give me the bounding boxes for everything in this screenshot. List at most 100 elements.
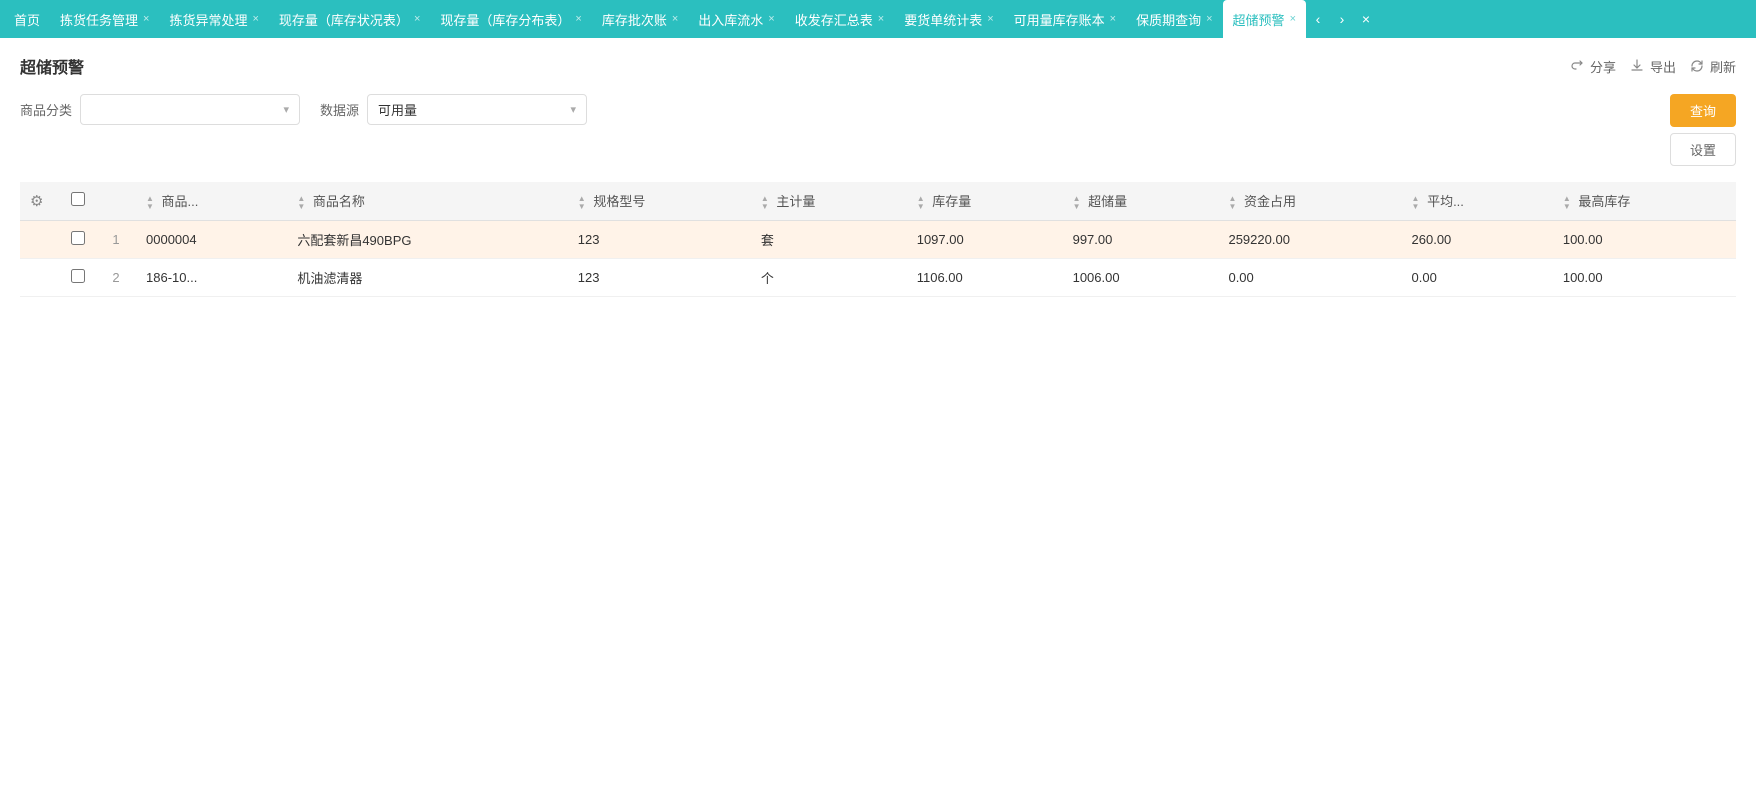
close-icon[interactable]: × — [252, 13, 258, 25]
row-overstock: 997.00 — [1063, 220, 1219, 258]
filter-area: 商品分类 ▾ 数据源 可用量 ▾ 查询 设置 — [20, 94, 1736, 166]
nav-item-order-stats[interactable]: 要货单统计表 × — [894, 0, 1003, 38]
close-icon[interactable]: × — [768, 13, 774, 25]
close-icon[interactable]: × — [987, 13, 993, 25]
row-number: 1 — [96, 220, 136, 258]
category-label: 商品分类 — [20, 100, 72, 119]
nav-item-expiry-check[interactable]: 保质期查询 × — [1126, 0, 1222, 38]
gear-icon[interactable]: ⚙ — [30, 192, 43, 210]
nav-item-available-ledger[interactable]: 可用量库存账本 × — [1004, 0, 1126, 38]
row-product-code: 186-10... — [136, 258, 287, 296]
col-checkbox — [60, 182, 96, 220]
data-table: ⚙ ▲▼ 商品... ▲▼ 商品名称 ▲▼ 规格型号 — [20, 182, 1736, 297]
table-row: 1 0000004 六配套新昌490BPG 123 套 1097.00 997.… — [20, 220, 1736, 258]
refresh-icon — [1690, 59, 1704, 73]
refresh-button[interactable]: 刷新 — [1690, 57, 1736, 76]
sort-icon: ▲▼ — [1073, 195, 1081, 211]
table-body: 1 0000004 六配套新昌490BPG 123 套 1097.00 997.… — [20, 220, 1736, 296]
close-icon[interactable]: × — [672, 13, 678, 25]
row-unit: 个 — [751, 258, 907, 296]
row-stock: 1106.00 — [907, 258, 1063, 296]
sort-icon: ▲▼ — [297, 195, 305, 211]
row-overstock: 1006.00 — [1063, 258, 1219, 296]
sort-icon: ▲▼ — [1228, 195, 1236, 211]
export-button[interactable]: 导出 — [1630, 57, 1676, 76]
datasource-filter: 数据源 可用量 ▾ — [320, 94, 587, 125]
row-checkbox-cell — [60, 258, 96, 296]
datasource-select[interactable]: 可用量 ▾ — [367, 94, 587, 125]
settings-button[interactable]: 设置 — [1670, 133, 1736, 166]
sort-icon: ▲▼ — [761, 195, 769, 211]
row-number: 2 — [96, 258, 136, 296]
row-max-stock: 100.00 — [1553, 258, 1736, 296]
nav-item-task-mgmt[interactable]: 拣货任务管理 × — [50, 0, 159, 38]
chevron-down-icon: ▾ — [571, 103, 577, 116]
row-product-code: 0000004 — [136, 220, 287, 258]
close-icon[interactable]: × — [143, 13, 149, 25]
sort-icon: ▲▼ — [917, 195, 925, 211]
row-product-name: 机油滤清器 — [287, 258, 567, 296]
row-checkbox[interactable] — [71, 269, 85, 283]
col-unit: ▲▼ 主计量 — [751, 182, 907, 220]
filter-row: 商品分类 ▾ 数据源 可用量 ▾ — [20, 94, 1670, 125]
sort-icon: ▲▼ — [1563, 195, 1571, 211]
row-stock: 1097.00 — [907, 220, 1063, 258]
row-checkbox[interactable] — [71, 231, 85, 245]
nav-close-arrow[interactable]: × — [1354, 0, 1378, 38]
query-button[interactable]: 查询 — [1670, 94, 1736, 127]
col-product-code: ▲▼ 商品... — [136, 182, 287, 220]
row-avg: 0.00 — [1402, 258, 1553, 296]
export-icon — [1630, 59, 1644, 73]
header-actions: 分享 导出 刷新 — [1570, 57, 1736, 76]
close-icon[interactable]: × — [1290, 13, 1296, 25]
table-header-row: ⚙ ▲▼ 商品... ▲▼ 商品名称 ▲▼ 规格型号 — [20, 182, 1736, 220]
share-icon — [1570, 59, 1584, 73]
row-checkbox-cell — [60, 220, 96, 258]
col-row-no — [96, 182, 136, 220]
sort-icon: ▲▼ — [578, 195, 586, 211]
filter-buttons: 查询 设置 — [1670, 94, 1736, 166]
nav-item-overstock-warning[interactable]: 超储预警 × — [1223, 0, 1306, 38]
close-icon[interactable]: × — [575, 13, 581, 25]
nav-next-arrow[interactable]: › — [1330, 0, 1354, 38]
row-capital: 0.00 — [1218, 258, 1401, 296]
col-capital: ▲▼ 资金占用 — [1218, 182, 1401, 220]
select-all-checkbox[interactable] — [71, 192, 85, 206]
table-row: 2 186-10... 机油滤清器 123 个 1106.00 1006.00 … — [20, 258, 1736, 296]
nav-item-batch-ledger[interactable]: 库存批次账 × — [592, 0, 688, 38]
nav-item-inout-flow[interactable]: 出入库流水 × — [688, 0, 784, 38]
row-spec: 123 — [568, 220, 751, 258]
category-filter: 商品分类 ▾ — [20, 94, 300, 125]
category-select[interactable]: ▾ — [80, 94, 300, 125]
page-content: 超储预警 分享 导出 刷新 — [0, 38, 1756, 800]
col-max-stock: ▲▼ 最高库存 — [1553, 182, 1736, 220]
nav-item-inventory-dist[interactable]: 现存量（库存分布表） × — [430, 0, 591, 38]
close-icon[interactable]: × — [1206, 13, 1212, 25]
row-max-stock: 100.00 — [1553, 220, 1736, 258]
share-button[interactable]: 分享 — [1570, 57, 1616, 76]
nav-item-inventory-status[interactable]: 现存量（库存状况表） × — [269, 0, 430, 38]
nav-item-abnormal[interactable]: 拣货异常处理 × — [159, 0, 268, 38]
nav-item-home[interactable]: 首页 — [4, 0, 50, 38]
col-product-name: ▲▼ 商品名称 — [287, 182, 567, 220]
page-header: 超储预警 分享 导出 刷新 — [20, 54, 1736, 78]
row-settings-cell — [20, 220, 60, 258]
row-avg: 260.00 — [1402, 220, 1553, 258]
row-settings-cell — [20, 258, 60, 296]
row-spec: 123 — [568, 258, 751, 296]
sort-icon: ▲▼ — [1412, 195, 1420, 211]
sort-icon: ▲▼ — [146, 195, 154, 211]
datasource-value: 可用量 — [378, 100, 417, 119]
page-title: 超储预警 — [20, 54, 84, 78]
col-settings: ⚙ — [20, 182, 60, 220]
col-avg: ▲▼ 平均... — [1402, 182, 1553, 220]
nav-prev-arrow[interactable]: ‹ — [1306, 0, 1330, 38]
close-icon[interactable]: × — [878, 13, 884, 25]
nav-item-collect-summary[interactable]: 收发存汇总表 × — [785, 0, 894, 38]
datasource-label: 数据源 — [320, 100, 359, 119]
col-stock: ▲▼ 库存量 — [907, 182, 1063, 220]
top-nav: 首页 拣货任务管理 × 拣货异常处理 × 现存量（库存状况表） × 现存量（库存… — [0, 0, 1756, 38]
close-icon[interactable]: × — [1110, 13, 1116, 25]
row-capital: 259220.00 — [1218, 220, 1401, 258]
close-icon[interactable]: × — [414, 13, 420, 25]
